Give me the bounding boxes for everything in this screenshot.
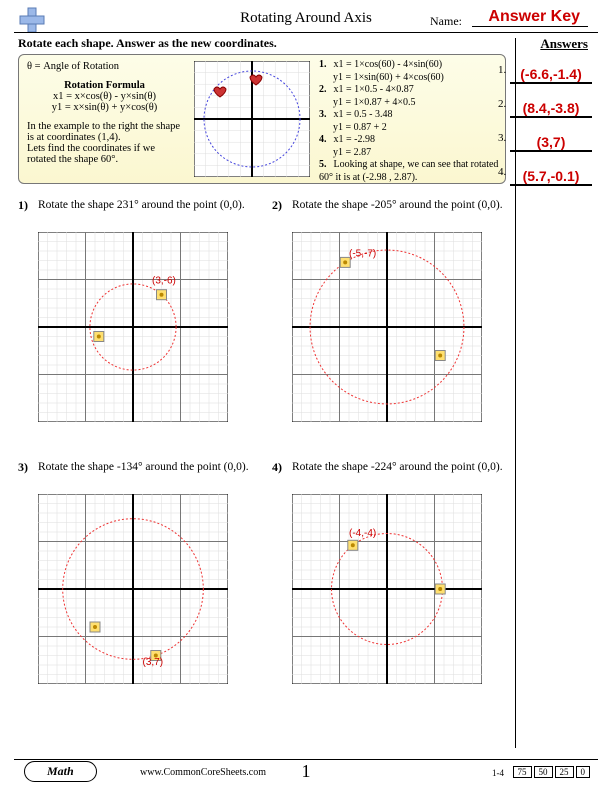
example-step-line2: y1 = 0.87 + 2 [319, 122, 499, 135]
example-left: θ = Angle of Rotation Rotation Formula x… [27, 61, 182, 165]
problem-text: Rotate the shape -224° around the point … [292, 460, 512, 474]
shape-icon [435, 351, 445, 361]
answer-line: (8.4,-3.8) [510, 98, 592, 118]
answer-number: 3. [498, 132, 506, 144]
name-line [472, 26, 588, 27]
answer-key-label: Answer Key [488, 8, 580, 26]
problem-graph: (3,7) [38, 494, 228, 684]
example-blurb-2: Lets find the coordinates if we rotated … [27, 143, 182, 165]
answer-number: 4. [498, 166, 506, 178]
coord-label: (3,-6) [152, 275, 176, 286]
answers-heading: Answers [540, 36, 588, 52]
problem-number: 4) [272, 460, 282, 475]
problem-text: Rotate the shape 231° around the point (… [38, 198, 258, 212]
problem-graph: (-5,-7) [292, 232, 482, 422]
example-box: θ = Angle of Rotation Rotation Formula x… [18, 54, 506, 184]
problem-text: Rotate the shape -205° around the point … [292, 198, 512, 212]
example-steps: 1. x1 = 1×cos(60) - 4×sin(60)y1 = 1×sin(… [319, 59, 499, 184]
shape-icon [157, 290, 167, 300]
example-blurb-1: In the example to the right the shape is… [27, 121, 182, 143]
answer-number: 1. [498, 64, 506, 76]
answer-value: (3,7) [537, 134, 566, 150]
coord-label: (-5,-7) [349, 249, 376, 260]
formula-y: y1 = x×sin(θ) + y×cos(θ) [27, 102, 182, 113]
score-cell: 25 [555, 766, 574, 778]
answer-line: (3,7) [510, 132, 592, 152]
score-cell: 75 [513, 766, 532, 778]
problem-number: 1) [18, 198, 28, 213]
problem-number: 3) [18, 460, 28, 475]
answer-row: 4.(5.7,-0.1) [510, 166, 592, 186]
instructions: Rotate each shape. Answer as the new coo… [18, 36, 277, 51]
problem-graph: (3,-6) [38, 232, 228, 422]
problem-text: Rotate the shape -134° around the point … [38, 460, 258, 474]
theta-definition: θ = Angle of Rotation [27, 61, 182, 72]
problem-number: 2) [272, 198, 282, 213]
header-rule [14, 32, 598, 33]
example-graph [194, 61, 310, 177]
score-range: 1-4 [492, 768, 504, 778]
footer-rule [14, 759, 598, 760]
shape-icon [94, 332, 104, 342]
coord-label: (-4,-4) [349, 528, 376, 539]
example-step-line2: y1 = 2.87 [319, 147, 499, 160]
answer-value: (-6.6,-1.4) [520, 66, 581, 82]
problem-graph: (-4,-4) [292, 494, 482, 684]
answer-row: 1.(-6.6,-1.4) [510, 64, 592, 84]
answer-value: (5.7,-0.1) [523, 168, 580, 184]
answer-row: 3.(3,7) [510, 132, 592, 152]
score-boxes: 7550250 [511, 764, 593, 780]
example-step: 3. x1 = 0.5 - 3.48 [319, 109, 499, 122]
formula-x: x1 = x×cos(θ) - y×sin(θ) [27, 91, 182, 102]
shape-icon [435, 584, 445, 594]
shape-icon [90, 622, 100, 632]
example-step-line2: y1 = 1×sin(60) + 4×cos(60) [319, 72, 499, 85]
example-step-line2: y1 = 1×0.87 + 4×0.5 [319, 97, 499, 110]
answer-line: (5.7,-0.1) [510, 166, 592, 186]
name-label: Name: [430, 14, 462, 29]
formula-title: Rotation Formula [64, 80, 145, 91]
example-step: 2. x1 = 1×0.5 - 4×0.87 [319, 84, 499, 97]
coord-label: (3,7) [143, 657, 164, 668]
worksheet-page: Rotating Around Axis Name: Answer Key Ro… [0, 0, 612, 792]
answer-value: (8.4,-3.8) [523, 100, 580, 116]
example-step: 4. x1 = -2.98 [319, 134, 499, 147]
score-cell: 50 [534, 766, 553, 778]
answer-number: 2. [498, 98, 506, 110]
answer-line: (-6.6,-1.4) [510, 64, 592, 84]
example-step: 5. Looking at shape, we can see that rot… [319, 159, 499, 184]
score-cell: 0 [576, 766, 591, 778]
shape-icon [348, 540, 358, 550]
answer-row: 2.(8.4,-3.8) [510, 98, 592, 118]
example-step: 1. x1 = 1×cos(60) - 4×sin(60) [319, 59, 499, 72]
